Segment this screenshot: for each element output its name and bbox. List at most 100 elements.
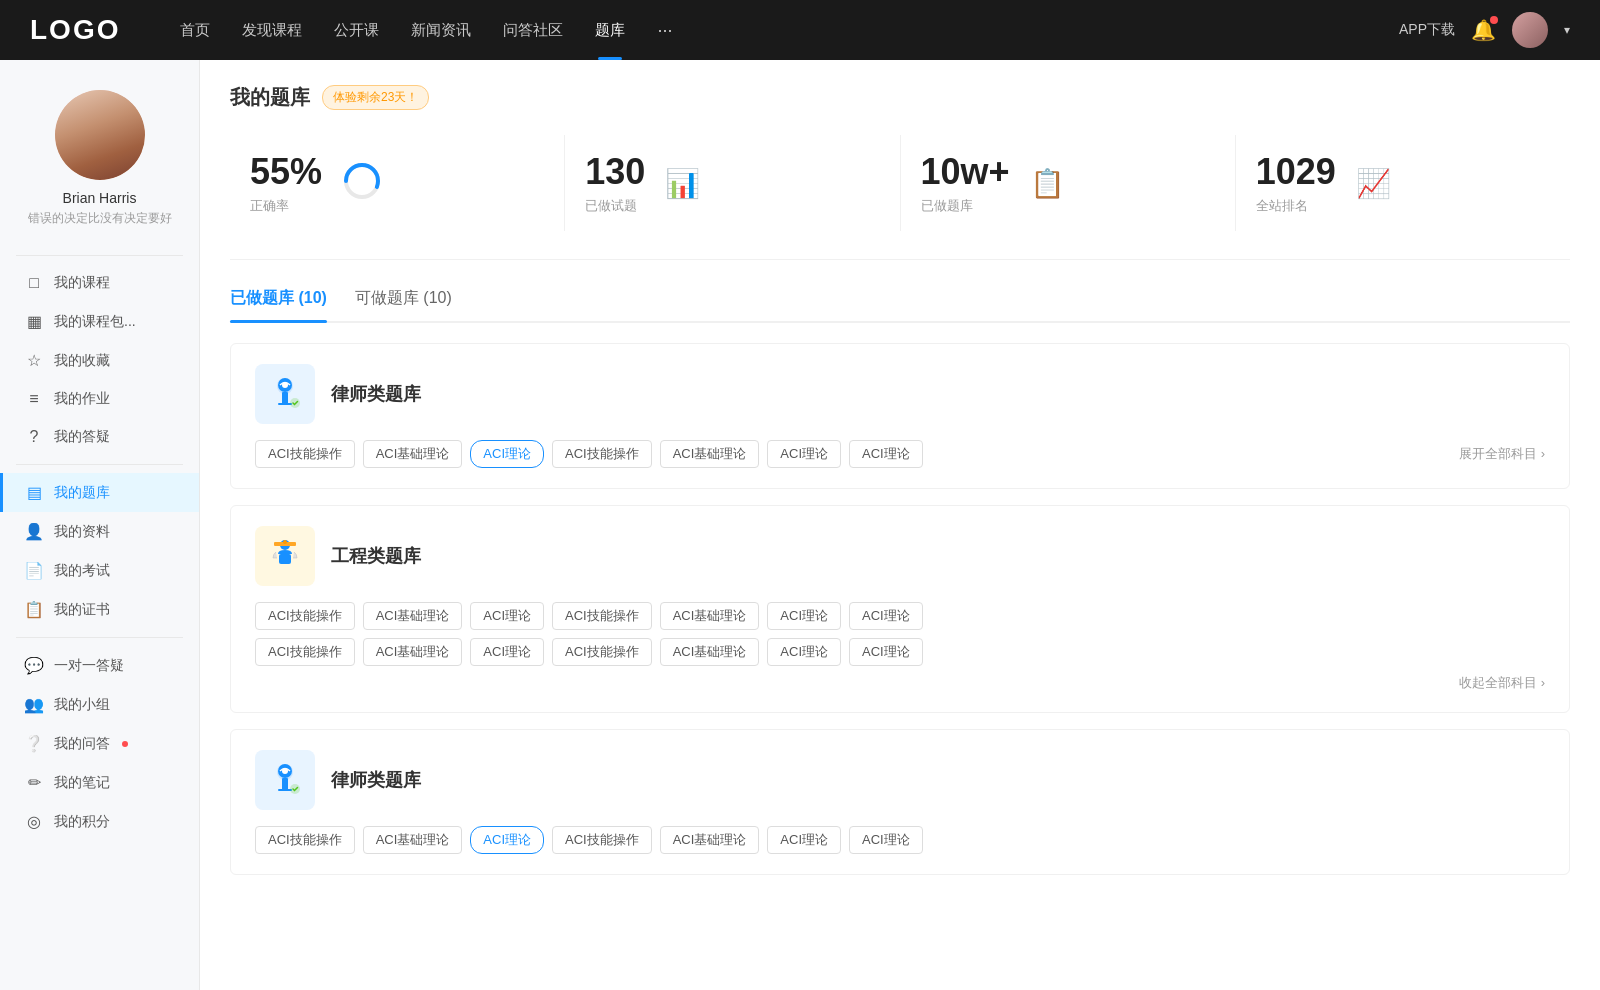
nav-more[interactable]: ··· (657, 20, 672, 41)
svg-point-2 (352, 171, 372, 191)
sidebar-item-course[interactable]: □ 我的课程 (0, 264, 199, 302)
stat-done-questions-text: 130 已做试题 (585, 151, 645, 215)
sidebar-label-exam: 我的考试 (54, 562, 110, 580)
collapse-link-eng1[interactable]: 收起全部科目 › (1459, 674, 1545, 692)
sidebar-item-tutor[interactable]: 💬 一对一答疑 (0, 646, 199, 685)
sidebar-item-profile[interactable]: 👤 我的资料 (0, 512, 199, 551)
tag-eng-aci-theory-1[interactable]: ACI理论 (470, 602, 544, 630)
sidebar-item-exam[interactable]: 📄 我的考试 (0, 551, 199, 590)
nav-open-course[interactable]: 公开课 (334, 21, 379, 40)
stat-accuracy-value: 55% (250, 151, 322, 193)
tag-eng2-aci-skill-2[interactable]: ACI技能操作 (552, 638, 652, 666)
tag2-aci-skill-2[interactable]: ACI技能操作 (552, 826, 652, 854)
tag2-aci-skill-1[interactable]: ACI技能操作 (255, 826, 355, 854)
expand-link-law1[interactable]: 展开全部科目 › (1459, 445, 1545, 463)
tag-eng-aci-theory-2[interactable]: ACI理论 (767, 602, 841, 630)
tag-aci-theory-1[interactable]: ACI理论 (470, 440, 544, 468)
main-layout: Brian Harris 错误的决定比没有决定要好 □ 我的课程 ▦ 我的课程包… (0, 60, 1600, 990)
sidebar-label-notes: 我的笔记 (54, 774, 110, 792)
avatar-image (1512, 12, 1548, 48)
answers-icon: ❔ (24, 734, 44, 753)
tag-eng2-aci-theory-1[interactable]: ACI理论 (470, 638, 544, 666)
qbank-header-law2: 律师类题库 (255, 750, 1545, 810)
qbank-card-eng1: 工程类题库 ACI技能操作 ACI基础理论 ACI理论 ACI技能操作 ACI基… (230, 505, 1570, 713)
sidebar-item-points[interactable]: ◎ 我的积分 (0, 802, 199, 841)
qbank-card-law1: 律师类题库 ACI技能操作 ACI基础理论 ACI理论 ACI技能操作 ACI基… (230, 343, 1570, 489)
trial-badge: 体验剩余23天！ (322, 85, 429, 110)
svg-point-5 (282, 382, 288, 388)
tag-eng-aci-skill-1[interactable]: ACI技能操作 (255, 602, 355, 630)
sidebar-label-qbank: 我的题库 (54, 484, 110, 502)
notification-bell[interactable]: 🔔 (1471, 18, 1496, 42)
nav-news[interactable]: 新闻资讯 (411, 21, 471, 40)
tag-eng-aci-skill-2[interactable]: ACI技能操作 (552, 602, 652, 630)
tag-aci-basic-1[interactable]: ACI基础理论 (363, 440, 463, 468)
user-avatar[interactable] (1512, 12, 1548, 48)
app-download[interactable]: APP下载 (1399, 21, 1455, 39)
sidebar-item-group[interactable]: 👥 我的小组 (0, 685, 199, 724)
sidebar-item-qbank[interactable]: ▤ 我的题库 (0, 473, 199, 512)
tag2-aci-theory-3[interactable]: ACI理论 (849, 826, 923, 854)
tag-eng2-aci-basic-1[interactable]: ACI基础理论 (363, 638, 463, 666)
tag-eng2-aci-skill-1[interactable]: ACI技能操作 (255, 638, 355, 666)
avatar-placeholder (55, 90, 145, 180)
nav-menu: 首页 发现课程 公开课 新闻资讯 问答社区 题库 ··· (180, 20, 1399, 41)
qbank-title-eng1: 工程类题库 (331, 544, 421, 568)
qbank-icon: ▤ (24, 483, 44, 502)
qbank-icon-eng1 (255, 526, 315, 586)
sidebar-label-tutor: 一对一答疑 (54, 657, 124, 675)
qbank-tags-eng1-row1: ACI技能操作 ACI基础理论 ACI理论 ACI技能操作 ACI基础理论 AC… (255, 602, 1545, 630)
tag2-aci-basic-2[interactable]: ACI基础理论 (660, 826, 760, 854)
tab-done[interactable]: 已做题库 (10) (230, 288, 327, 321)
tag-aci-basic-2[interactable]: ACI基础理论 (660, 440, 760, 468)
user-motto: 错误的决定比没有决定要好 (13, 210, 187, 227)
sidebar-item-course-pkg[interactable]: ▦ 我的课程包... (0, 302, 199, 341)
sidebar-item-homework[interactable]: ≡ 我的作业 (0, 380, 199, 418)
tag-eng2-aci-theory-3[interactable]: ACI理论 (849, 638, 923, 666)
tag-eng-aci-basic-1[interactable]: ACI基础理论 (363, 602, 463, 630)
sidebar-item-cert[interactable]: 📋 我的证书 (0, 590, 199, 629)
tag-aci-skill-2[interactable]: ACI技能操作 (552, 440, 652, 468)
nav-home[interactable]: 首页 (180, 21, 210, 40)
nav-discover[interactable]: 发现课程 (242, 21, 302, 40)
logo[interactable]: LOGO (30, 14, 120, 46)
qbank-tags-eng1-row2: ACI技能操作 ACI基础理论 ACI理论 ACI技能操作 ACI基础理论 AC… (255, 638, 1545, 666)
stat-done-banks: 10w+ 已做题库 📋 (901, 135, 1236, 231)
tab-todo[interactable]: 可做题库 (10) (355, 288, 452, 321)
sidebar-item-questions[interactable]: ? 我的答疑 (0, 418, 199, 456)
sidebar-item-notes[interactable]: ✏ 我的笔记 (0, 763, 199, 802)
user-menu-chevron[interactable]: ▾ (1564, 23, 1570, 37)
sidebar-label-homework: 我的作业 (54, 390, 110, 408)
tag-aci-skill-1[interactable]: ACI技能操作 (255, 440, 355, 468)
tag2-aci-basic-1[interactable]: ACI基础理论 (363, 826, 463, 854)
stat-done-banks-text: 10w+ 已做题库 (921, 151, 1010, 215)
tag-eng-aci-basic-2[interactable]: ACI基础理论 (660, 602, 760, 630)
sidebar-label-course-pkg: 我的课程包... (54, 313, 136, 331)
qbank-header-eng1: 工程类题库 (255, 526, 1545, 586)
tag2-aci-theory-2[interactable]: ACI理论 (767, 826, 841, 854)
sidebar-item-favorites[interactable]: ☆ 我的收藏 (0, 341, 199, 380)
stat-accuracy: 55% 正确率 (230, 135, 565, 231)
tag-eng-aci-theory-3[interactable]: ACI理论 (849, 602, 923, 630)
stat-accuracy-icon (342, 161, 382, 205)
tag-aci-theory-3[interactable]: ACI理论 (849, 440, 923, 468)
nav-qbank[interactable]: 题库 (595, 21, 625, 40)
tutor-icon: 💬 (24, 656, 44, 675)
course-pkg-icon: ▦ (24, 312, 44, 331)
nav-right: APP下载 🔔 ▾ (1399, 12, 1570, 48)
svg-point-12 (283, 540, 287, 544)
tag-eng2-aci-theory-2[interactable]: ACI理论 (767, 638, 841, 666)
law-icon-svg (263, 372, 307, 416)
tag2-aci-theory-1[interactable]: ACI理论 (470, 826, 544, 854)
qbank-tags-law1: ACI技能操作 ACI基础理论 ACI理论 ACI技能操作 ACI基础理论 AC… (255, 440, 1545, 468)
tag-aci-theory-2[interactable]: ACI理论 (767, 440, 841, 468)
svg-point-15 (282, 768, 288, 774)
nav-qa[interactable]: 问答社区 (503, 21, 563, 40)
stat-accuracy-label: 正确率 (250, 197, 322, 215)
sidebar-item-answers[interactable]: ❔ 我的问答 (0, 724, 199, 763)
qbank-title-law2: 律师类题库 (331, 768, 421, 792)
stat-done-questions-label: 已做试题 (585, 197, 645, 215)
qbank-title-law1: 律师类题库 (331, 382, 421, 406)
points-icon: ◎ (24, 812, 44, 831)
tag-eng2-aci-basic-2[interactable]: ACI基础理论 (660, 638, 760, 666)
